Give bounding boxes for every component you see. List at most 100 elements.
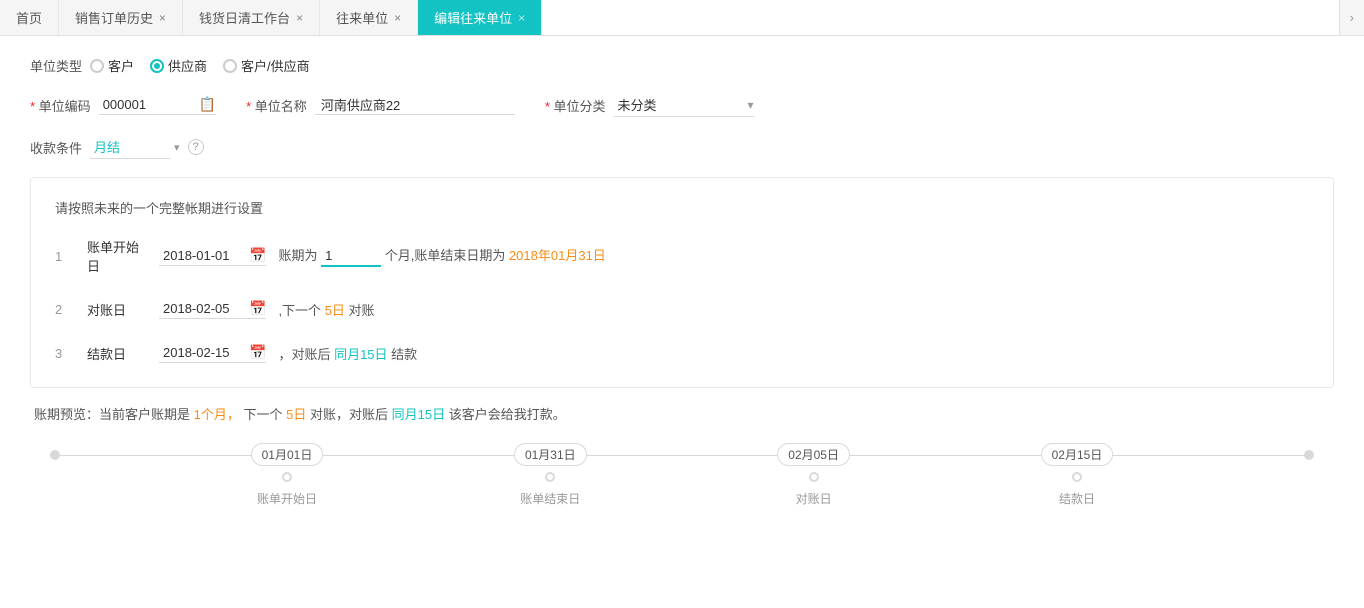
timeline-label-4: 结款日 — [1059, 490, 1095, 507]
timeline-dot-1 — [282, 472, 292, 482]
period-cal-icon-1[interactable]: 📅 — [249, 247, 266, 264]
tab-cash-work-label: 钱货日清工作台 — [199, 8, 290, 27]
tab-sales-history-close[interactable]: × — [159, 11, 166, 25]
unit-type-group: 单位类型 客户 供应商 客户/供应商 — [30, 56, 310, 75]
unit-code-group: 单位编码 📋 — [30, 95, 216, 115]
unit-code-input[interactable] — [99, 95, 199, 114]
tab-cash-work-close[interactable]: × — [296, 11, 303, 25]
main-content: 单位类型 客户 供应商 客户/供应商 单位编码 — [0, 36, 1364, 608]
period-desc-2: ,下一个 5日 对账 — [278, 300, 374, 319]
unit-code-icon[interactable]: 📋 — [199, 96, 216, 113]
period-date-input-2[interactable] — [159, 299, 249, 318]
radio-customer[interactable]: 客户 — [90, 56, 134, 75]
period-row-2: 2 对账日 📅 ,下一个 5日 对账 — [55, 299, 1309, 319]
tab-partner-close[interactable]: × — [394, 11, 401, 25]
unit-type-radio-group: 客户 供应商 客户/供应商 — [90, 56, 310, 75]
unit-category-dropdown[interactable]: 未分类 ▾ — [614, 93, 754, 117]
radio-supplier[interactable]: 供应商 — [150, 56, 207, 75]
period-row-1: 1 账单开始日 📅 账期为 个月,账单结束日期为 2018年01月31日 — [55, 237, 1309, 275]
tab-sales-history[interactable]: 销售订单历史 × — [59, 0, 183, 35]
tab-edit-partner-close[interactable]: × — [518, 11, 525, 25]
period-label-3: 结款日 — [87, 344, 147, 363]
period-num-2: 2 — [55, 302, 75, 317]
period-desc-3-highlight: 同月15日 — [334, 347, 387, 362]
period-title: 请按照未来的一个完整帐期进行设置 — [55, 198, 1309, 217]
tab-more-arrow[interactable]: › — [1339, 0, 1364, 35]
payment-terms-group: 收款条件 月结 ▾ ? — [30, 135, 204, 159]
timeline-badge-2: 01月31日 — [514, 443, 587, 466]
timeline-points: 01月01日 账单开始日 01月31日 账单结束日 02月05日 对账日 02月… — [50, 443, 1314, 507]
timeline-end-dot — [1304, 450, 1314, 460]
period-desc-2-highlight: 5日 — [325, 303, 345, 318]
timeline-label-3: 对账日 — [796, 490, 832, 507]
period-desc-2-suffix: 对账 — [349, 303, 375, 318]
timeline-start-dot — [50, 450, 60, 460]
preview-part3-highlight: 同月15日 — [392, 407, 445, 422]
period-months-input[interactable] — [321, 246, 381, 267]
period-date-input-3[interactable] — [159, 343, 249, 362]
unit-name-label: 单位名称 — [246, 96, 307, 115]
period-desc-3-prefix: ，对账后 — [278, 347, 330, 362]
unit-name-input[interactable] — [315, 95, 515, 115]
period-date-3: 📅 — [159, 343, 266, 363]
timeline-label-1: 账单开始日 — [257, 490, 317, 507]
tab-home[interactable]: 首页 — [0, 0, 59, 35]
period-date-input-1[interactable] — [159, 246, 249, 265]
period-settings-box: 请按照未来的一个完整帐期进行设置 1 账单开始日 📅 账期为 个月,账单结束日期… — [30, 177, 1334, 388]
period-label-2: 对账日 — [87, 300, 147, 319]
timeline-dot-2 — [545, 472, 555, 482]
preview-part2: 下一个 — [244, 407, 283, 422]
radio-customer-label: 客户 — [108, 56, 134, 75]
period-date-1: 📅 — [159, 246, 266, 266]
timeline-end-dot-wrap — [1304, 443, 1314, 460]
tab-cash-work[interactable]: 钱货日清工作台 × — [183, 0, 320, 35]
period-desc-3: ，对账后 同月15日 结款 — [278, 344, 417, 363]
unit-type-label: 单位类型 — [30, 56, 82, 75]
radio-supplier-label: 供应商 — [168, 56, 207, 75]
radio-supplier-circle — [150, 59, 164, 73]
payment-terms-select[interactable]: 月结 ▾ — [90, 135, 180, 159]
timeline-point-4: 02月15日 结款日 — [1041, 443, 1114, 507]
preview-part1: 1个月， — [194, 407, 240, 422]
payment-terms-help-icon[interactable]: ? — [188, 139, 204, 155]
timeline-badge-1: 01月01日 — [251, 443, 324, 466]
radio-both-circle — [223, 59, 237, 73]
timeline-badge-4: 02月15日 — [1041, 443, 1114, 466]
tab-edit-partner[interactable]: 编辑往来单位 × — [418, 0, 542, 35]
tab-partner-label: 往来单位 — [336, 8, 388, 27]
payment-terms-row: 收款条件 月结 ▾ ? — [30, 135, 1334, 159]
preview-text: 账期预览：当前客户账期是 1个月， 下一个 5日 对账，对账后 同月15日 该客… — [30, 404, 1334, 423]
period-desc-1-after: 个月,账单结束日期为 — [385, 248, 506, 263]
timeline-badge-3: 02月05日 — [777, 443, 850, 466]
payment-terms-label: 收款条件 — [30, 138, 82, 157]
timeline-line — [50, 455, 1314, 456]
timeline-dot-3 — [809, 472, 819, 482]
tab-home-label: 首页 — [16, 8, 42, 27]
timeline-dot-4 — [1072, 472, 1082, 482]
period-date-2: 📅 — [159, 299, 266, 319]
unit-category-value: 未分类 — [614, 93, 748, 116]
period-cal-icon-2[interactable]: 📅 — [249, 300, 266, 317]
preview-part2-highlight: 5日 — [286, 407, 306, 422]
unit-category-group: 单位分类 未分类 ▾ — [545, 93, 754, 117]
timeline-label-2: 账单结束日 — [520, 490, 580, 507]
tab-sales-history-label: 销售订单历史 — [75, 8, 153, 27]
tab-partner[interactable]: 往来单位 × — [320, 0, 418, 35]
unit-category-label: 单位分类 — [545, 96, 606, 115]
radio-both[interactable]: 客户/供应商 — [223, 56, 310, 75]
timeline-start-dot-wrap — [50, 443, 60, 460]
period-desc-1: 账期为 个月,账单结束日期为 2018年01月31日 — [278, 245, 605, 267]
unit-category-arrow-icon: ▾ — [747, 98, 753, 112]
timeline-container: 01月01日 账单开始日 01月31日 账单结束日 02月05日 对账日 02月… — [30, 443, 1334, 507]
preview-part3: 对账，对账后 — [310, 407, 388, 422]
unit-name-group: 单位名称 — [246, 95, 515, 115]
period-desc-3-suffix: 结款 — [391, 347, 417, 362]
period-end-date-highlight: 2018年01月31日 — [509, 248, 606, 263]
radio-both-label: 客户/供应商 — [241, 56, 310, 75]
timeline-point-1: 01月01日 账单开始日 — [251, 443, 324, 507]
period-cal-icon-3[interactable]: 📅 — [249, 344, 266, 361]
payment-terms-value: 月结 — [90, 135, 170, 159]
period-num-3: 3 — [55, 346, 75, 361]
unit-info-row: 单位编码 📋 单位名称 单位分类 未分类 ▾ — [30, 93, 1334, 117]
preview-suffix: 该客户会给我打款。 — [449, 407, 566, 422]
